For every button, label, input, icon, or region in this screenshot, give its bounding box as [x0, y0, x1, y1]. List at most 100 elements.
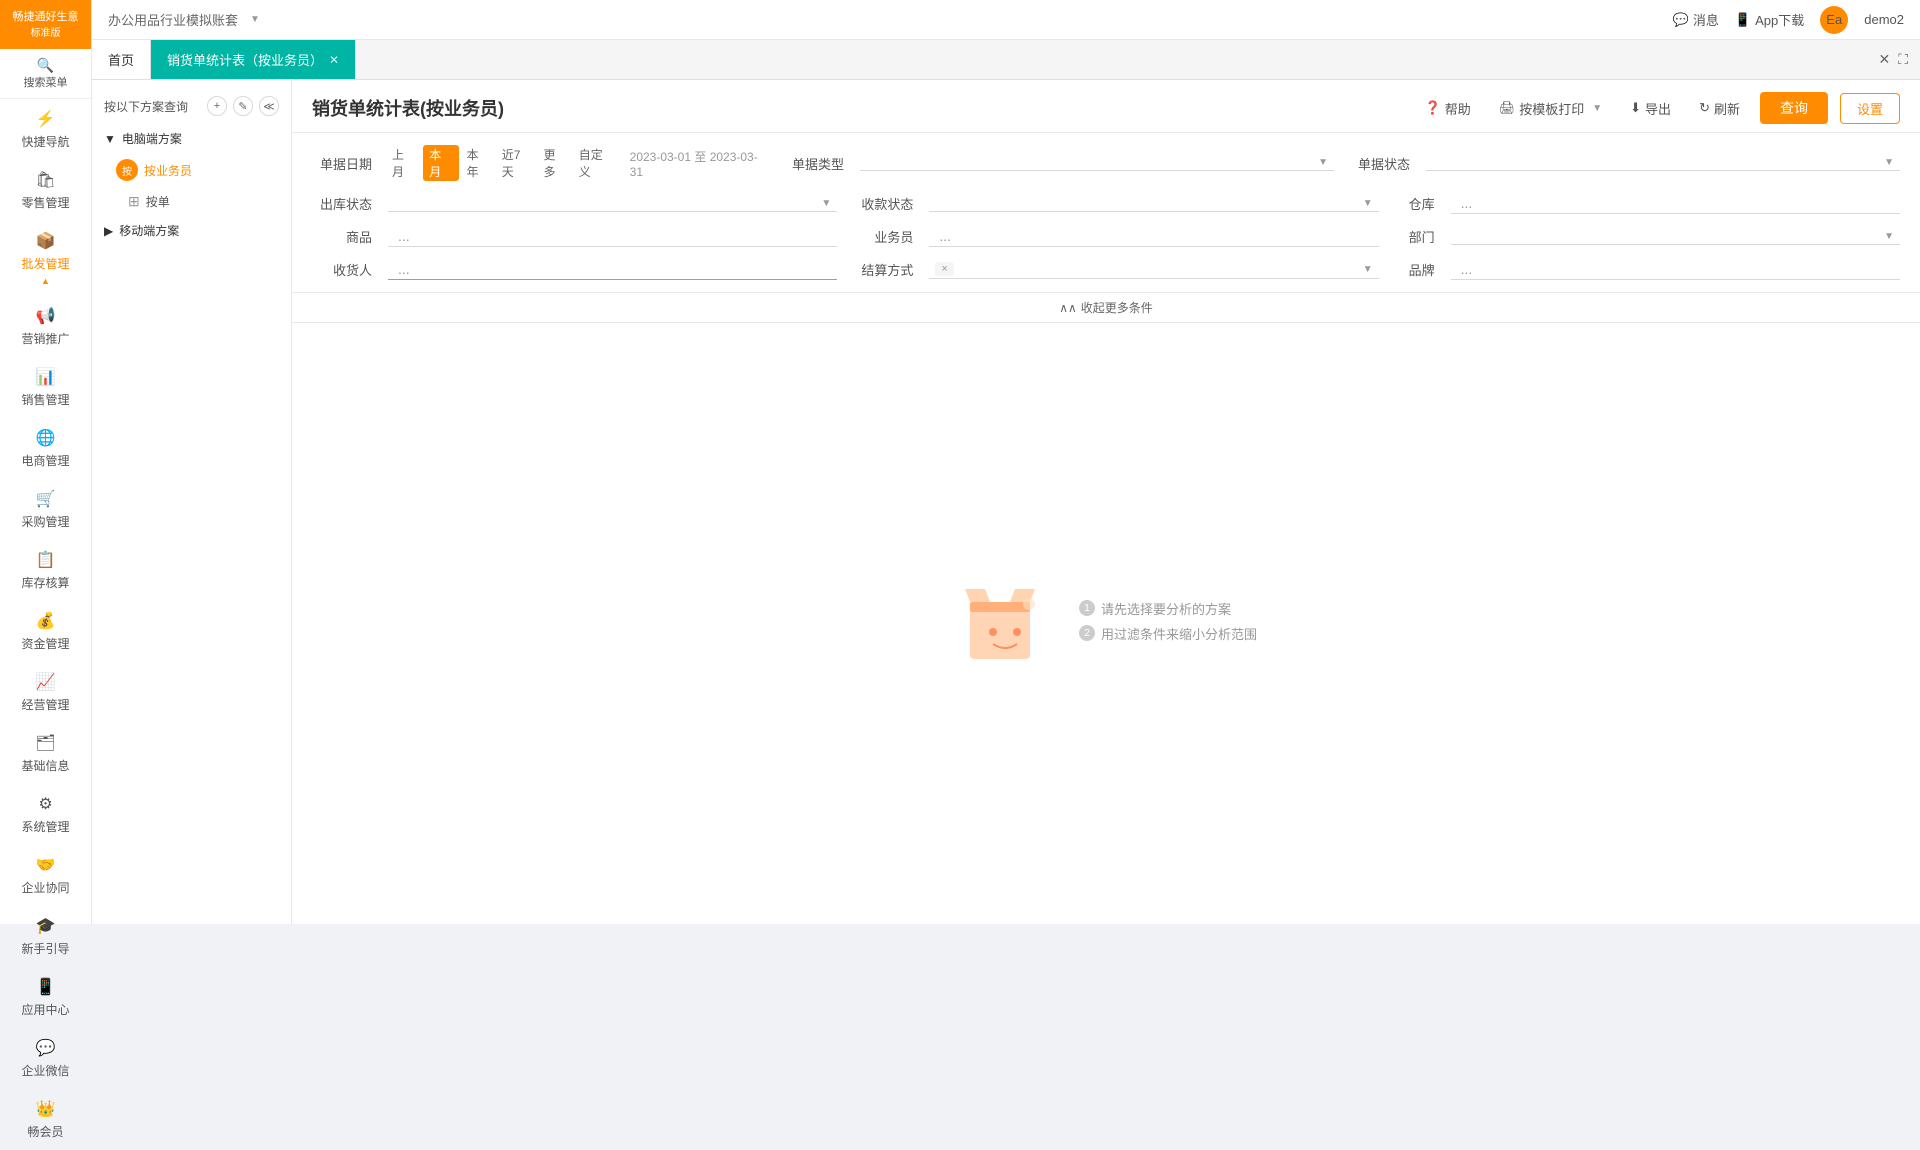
brand-dots[interactable]: ... [1461, 261, 1473, 277]
out-status-field[interactable]: ▼ [388, 196, 837, 212]
refresh-icon: ↻ [1699, 100, 1710, 116]
tab-window-controls: ✕ ⛶ [1878, 51, 1920, 68]
user-avatar[interactable]: Ea [1820, 6, 1848, 34]
sidebar-item-apps[interactable]: 📱 应用中心 [0, 967, 91, 1028]
scheme-group-mobile: ▶ 移动端方案 [92, 216, 291, 245]
sidebar-item-basic[interactable]: 🗂 基础信息 [0, 723, 91, 784]
avatar-initials: Ea [1826, 12, 1842, 27]
sidebar-item-inventory[interactable]: 📋 库存核算 [0, 540, 91, 601]
wechat-icon: 💬 [36, 1038, 56, 1058]
maximize-window-btn[interactable]: ⛶ [1898, 51, 1908, 68]
sidebar-item-corp[interactable]: 🤝 企业协同 [0, 845, 91, 906]
scheme-item-order[interactable]: ⊞ 按单 [92, 187, 291, 216]
corp-icon: 🤝 [36, 855, 56, 875]
close-window-btn[interactable]: ✕ [1878, 51, 1890, 68]
receipt-status-field[interactable]: ▼ [929, 196, 1378, 212]
export-btn[interactable]: ⬇ 导出 [1622, 95, 1679, 122]
collapse-bar[interactable]: ∧∧ 收起更多条件 [292, 293, 1920, 323]
left-panel: 按以下方案查询 + ✎ ≪ ▼ 电脑端方案 按 按业务员 ⊞ 按 [92, 80, 292, 924]
retail-icon: 🛍 [35, 170, 55, 190]
doc-type-field[interactable]: ▼ [860, 155, 1334, 171]
sidebar-item-label: 应用中心 [21, 1001, 69, 1018]
receiver-field[interactable]: ... [388, 259, 837, 280]
sidebar-item-purchase[interactable]: 🛒 采购管理 [0, 479, 91, 540]
sidebar-item-label: 销售管理 [21, 391, 69, 408]
sidebar-item-label: 企业协同 [21, 879, 69, 896]
settlement-arrow: ▼ [1363, 264, 1373, 275]
message-btn[interactable]: 💬 消息 [1673, 10, 1719, 29]
help-btn[interactable]: ❓ 帮助 [1417, 95, 1479, 122]
app-download-btn[interactable]: 📱 App下载 [1735, 10, 1804, 29]
date-btn-last-month[interactable]: 上月 [388, 145, 419, 181]
scheme-item-label: 按业务员 [144, 162, 192, 179]
sidebar-item-retail[interactable]: 🛍 零售管理 [0, 160, 91, 221]
marketing-icon: 📢 [36, 306, 56, 326]
warehouse-dots[interactable]: ... [1461, 195, 1473, 211]
warehouse-field[interactable]: ... [1451, 193, 1900, 214]
query-btn[interactable]: 查询 [1760, 92, 1828, 124]
date-btn-this-month[interactable]: 本月 [423, 145, 458, 181]
sidebar-item-newbie[interactable]: 🎓 新手引导 [0, 906, 91, 967]
department-field[interactable]: ▼ [1451, 229, 1900, 245]
sidebar-search[interactable]: 🔍 搜索菜单 [0, 49, 91, 99]
sidebar-item-wholesale[interactable]: 📦 批发管理 ▲ [0, 221, 91, 296]
tab-sales-stat[interactable]: 销货单统计表（按业务员） ✕ [151, 40, 356, 79]
goods-dots[interactable]: ... [398, 228, 410, 244]
left-panel-actions: + ✎ ≪ [207, 96, 279, 116]
scheme-item-salesperson[interactable]: 按 按业务员 [92, 153, 291, 187]
date-btn-7days[interactable]: 近7天 [498, 145, 536, 181]
print-dropdown-arrow: ▼ [1592, 103, 1602, 114]
sidebar-item-finance[interactable]: 💰 资金管理 [0, 601, 91, 662]
help-icon: ❓ [1425, 100, 1441, 116]
scheme-group-mobile-label: 移动端方案 [119, 222, 179, 239]
refresh-btn[interactable]: ↻ 刷新 [1691, 95, 1748, 122]
salesperson-dots[interactable]: ... [939, 228, 951, 244]
quick-icon: ⚡ [36, 109, 56, 129]
settlement-field[interactable]: × ▼ [929, 260, 1378, 279]
scheme-group-pc-header[interactable]: ▼ 电脑端方案 [92, 124, 291, 153]
settlement-tag: × [935, 262, 953, 276]
tab-home-label: 首页 [108, 50, 134, 69]
sidebar-item-label: 经营管理 [21, 696, 69, 713]
sidebar-item-sales[interactable]: 📊 销售管理 [0, 357, 91, 418]
settlement-clear-btn[interactable]: × [941, 263, 947, 275]
department-arrow: ▼ [1884, 231, 1894, 242]
salesperson-field[interactable]: ... [929, 226, 1378, 247]
basic-icon: 🗂 [35, 733, 55, 753]
edit-scheme-btn[interactable]: ✎ [233, 96, 253, 116]
add-scheme-btn[interactable]: + [207, 96, 227, 116]
brand-field[interactable]: ... [1451, 259, 1900, 280]
sidebar-item-wechat[interactable]: 💬 企业微信 [0, 1028, 91, 1089]
collapse-chevron: ∧∧ [1059, 301, 1077, 315]
wholesale-icon: 📦 [36, 231, 56, 251]
scheme-group-mobile-header[interactable]: ▶ 移动端方案 [92, 216, 291, 245]
filter-row-1: 单据日期 上月 本月 本年 近7天 更多 自定义 2023-03-01 至 20… [312, 145, 1900, 181]
date-btn-this-year[interactable]: 本年 [463, 145, 494, 181]
collapse-scheme-btn[interactable]: ≪ [259, 96, 279, 116]
sidebar-item-ops[interactable]: 📈 经营管理 [0, 662, 91, 723]
template-print-btn[interactable]: 🖨 按模板打印 ▼ [1491, 95, 1610, 122]
date-field: 上月 本月 本年 近7天 更多 自定义 2023-03-01 至 2023-03… [388, 145, 768, 181]
sidebar-item-marketing[interactable]: 📢 营销推广 [0, 296, 91, 357]
message-icon: 💬 [1673, 12, 1689, 28]
scheme-dot: 按 [116, 159, 138, 181]
sidebar-item-ecom[interactable]: 🌐 电商管理 [0, 418, 91, 479]
tab-home[interactable]: 首页 [92, 40, 151, 79]
goods-field[interactable]: ... [388, 226, 837, 247]
settings-btn[interactable]: 设置 [1840, 93, 1900, 124]
sidebar-item-system[interactable]: ⚙ 系统管理 [0, 784, 91, 845]
sidebar-item-label: 新手引导 [21, 940, 69, 957]
suite-dropdown-arrow[interactable]: ▼ [250, 14, 260, 25]
system-icon: ⚙ [38, 794, 52, 814]
date-btn-more[interactable]: 更多 [540, 145, 571, 181]
doc-status-field[interactable]: ▼ [1426, 155, 1900, 171]
sidebar-item-label: 批发管理 [21, 255, 69, 272]
sidebar-item-quick[interactable]: ⚡ 快捷导航 [0, 99, 91, 160]
receiver-dots[interactable]: ... [398, 261, 410, 277]
sidebar-item-member[interactable]: 👑 畅会员 [0, 1089, 91, 1150]
empty-line2: 2 用过滤条件来缩小分析范围 [1079, 624, 1257, 643]
scheme-group-pc: ▼ 电脑端方案 按 按业务员 ⊞ 按单 [92, 124, 291, 216]
page-content: 按以下方案查询 + ✎ ≪ ▼ 电脑端方案 按 按业务员 ⊞ 按 [92, 80, 1920, 924]
date-btn-custom[interactable]: 自定义 [575, 145, 618, 181]
tab-close-btn[interactable]: ✕ [329, 53, 339, 67]
